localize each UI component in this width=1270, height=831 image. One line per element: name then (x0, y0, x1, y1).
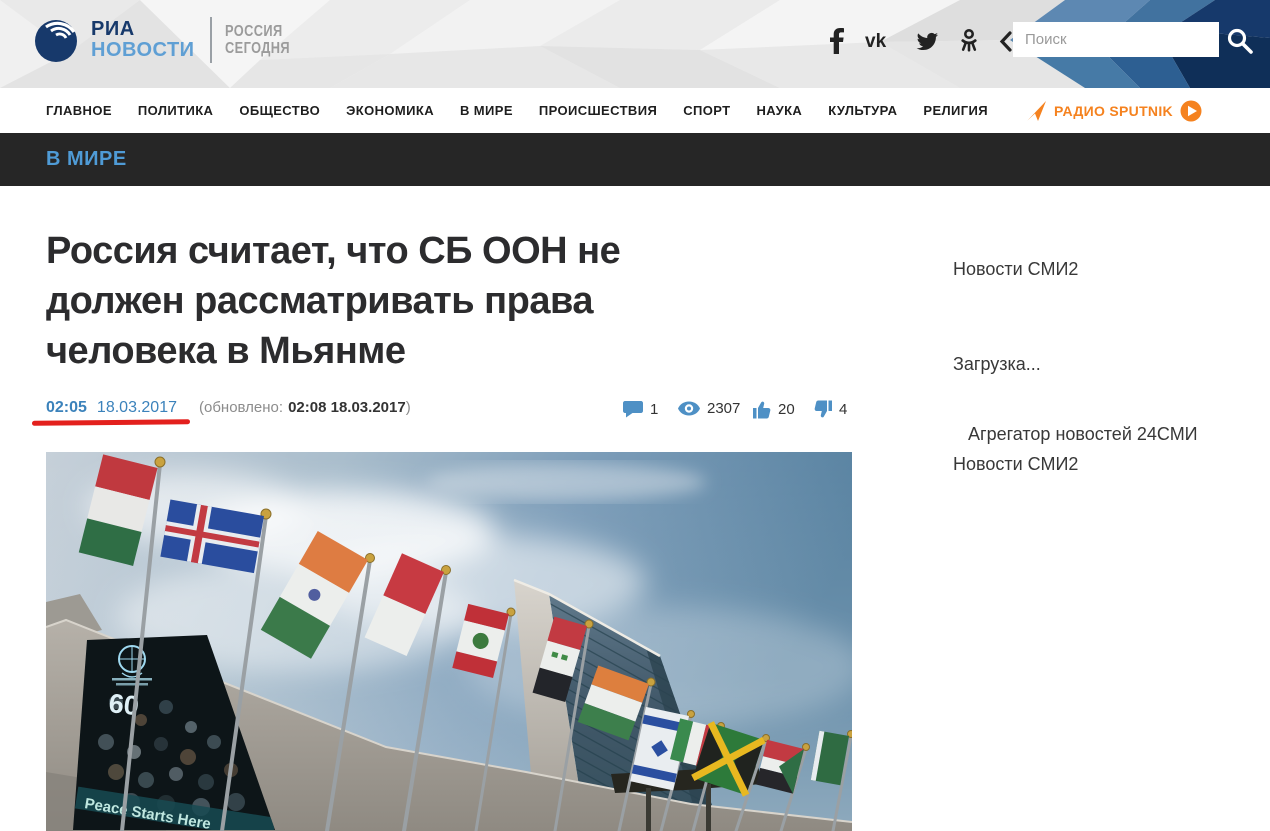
nav-item-sport[interactable]: СПОРТ (683, 103, 730, 118)
sidebar-loading-text: Загрузка... (953, 354, 1041, 374)
twitter-icon[interactable] (916, 32, 939, 51)
vk-icon[interactable]: vk (865, 31, 895, 51)
nav-item-v-mire[interactable]: В МИРЕ (460, 103, 513, 118)
article-meta: 02:05 18.03.2017 (обновлено: 02:08 18.03… (46, 399, 411, 417)
comment-icon (623, 401, 643, 418)
nav-item-glavnoe[interactable]: ГЛАВНОЕ (46, 103, 112, 118)
article-photo: 60 Peace Starts Here (46, 452, 852, 831)
thumb-down-icon (814, 400, 832, 418)
article-title: Россия считает, что СБ ООН не должен рас… (46, 226, 806, 376)
nav-item-kultura[interactable]: КУЛЬТУРА (828, 103, 897, 118)
eye-icon (678, 401, 700, 416)
globe-icon (35, 20, 77, 62)
like-button[interactable]: 20 (752, 400, 795, 419)
dislikes-count: 4 (839, 401, 848, 418)
sidebar-widget-title-smi2[interactable]: Новости СМИ2 (953, 259, 1078, 280)
nav-item-proisshestviya[interactable]: ПРОИСШЕСТВИЯ (539, 103, 657, 118)
rossiya-segodnya-wordmark: РОССИЯ СЕГОДНЯ (225, 23, 290, 57)
nav-item-nauka[interactable]: НАУКА (757, 103, 803, 118)
published-date: 18.03.2017 (96, 399, 177, 416)
logo-rossiya: РОССИЯ (224, 23, 283, 40)
more-social-chevron-icon[interactable] (999, 30, 1012, 52)
nav-item-religiya[interactable]: РЕЛИГИЯ (923, 103, 988, 118)
thumb-up-icon (753, 401, 771, 419)
facebook-icon[interactable] (830, 28, 844, 54)
ria-novosti-article-page: РИА НОВОСТИ РОССИЯ СЕГОДНЯ vk Поиск ГЛАВ… (0, 0, 1270, 831)
updated-prefix: (обновлено: (199, 399, 284, 416)
logo-novosti: НОВОСТИ (91, 39, 195, 61)
logo-ria: РИА (91, 18, 135, 40)
search-icon (1227, 28, 1253, 54)
social-icons-row: vk (830, 25, 1012, 57)
nav-item-ekonomika[interactable]: ЭКОНОМИКА (346, 103, 434, 118)
sidebar-link-24smi[interactable]: Агрегатор новостей 24СМИ (968, 424, 1198, 445)
radio-arrow-icon (1027, 101, 1047, 121)
dislike-button[interactable]: 4 (813, 400, 847, 419)
annotation-red-underline (31, 419, 191, 426)
play-icon (1180, 100, 1202, 121)
nav-item-politika[interactable]: ПОЛИТИКА (138, 103, 213, 118)
breadcrumb-section-v-mire[interactable]: В МИРЕ (46, 133, 127, 186)
radio-sputnik-link[interactable]: РАДИО SPUTNIK (1026, 99, 1202, 122)
logo-divider (209, 17, 212, 63)
sidebar-link-smi2[interactable]: Новости СМИ2 (953, 454, 1078, 475)
views-counter: 2307 (677, 400, 740, 417)
nav-item-obschestvo[interactable]: ОБЩЕСТВО (239, 103, 320, 118)
ria-novosti-logo[interactable]: РИА НОВОСТИ РОССИЯ СЕГОДНЯ (33, 17, 306, 63)
logo-segodnya: СЕГОДНЯ (224, 40, 290, 57)
updated-datetime: 02:08 18.03.2017 (288, 399, 406, 416)
comments-count: 1 (650, 400, 659, 418)
title-line-2: должен рассматривать права (46, 280, 593, 322)
title-line-1: Россия считает, что СБ ООН не (46, 230, 621, 272)
main-nav: ГЛАВНОЕ ПОЛИТИКА ОБЩЕСТВО ЭКОНОМИКА В МИ… (0, 88, 1270, 133)
comments-counter[interactable]: 1 (622, 400, 658, 418)
search-input[interactable] (1013, 22, 1219, 57)
title-line-3: человека в Мьянме (46, 330, 406, 372)
likes-count: 20 (778, 401, 795, 418)
search-button[interactable] (1226, 27, 1254, 55)
published-time: 02:05 (46, 399, 87, 416)
site-header: РИА НОВОСТИ РОССИЯ СЕГОДНЯ vk (0, 0, 1270, 88)
views-count: 2307 (707, 400, 741, 417)
logo-wordmark: РИА НОВОСТИ (91, 19, 195, 61)
radio-sputnik-label: РАДИО SPUTNIK (1054, 102, 1173, 119)
svg-text:vk: vk (865, 31, 887, 51)
section-bar: В МИРЕ (0, 133, 1270, 186)
updated-suffix: ) (405, 399, 411, 416)
odnoklassniki-icon[interactable] (960, 28, 978, 54)
un-headquarters-photo: 60 Peace Starts Here (46, 452, 852, 831)
